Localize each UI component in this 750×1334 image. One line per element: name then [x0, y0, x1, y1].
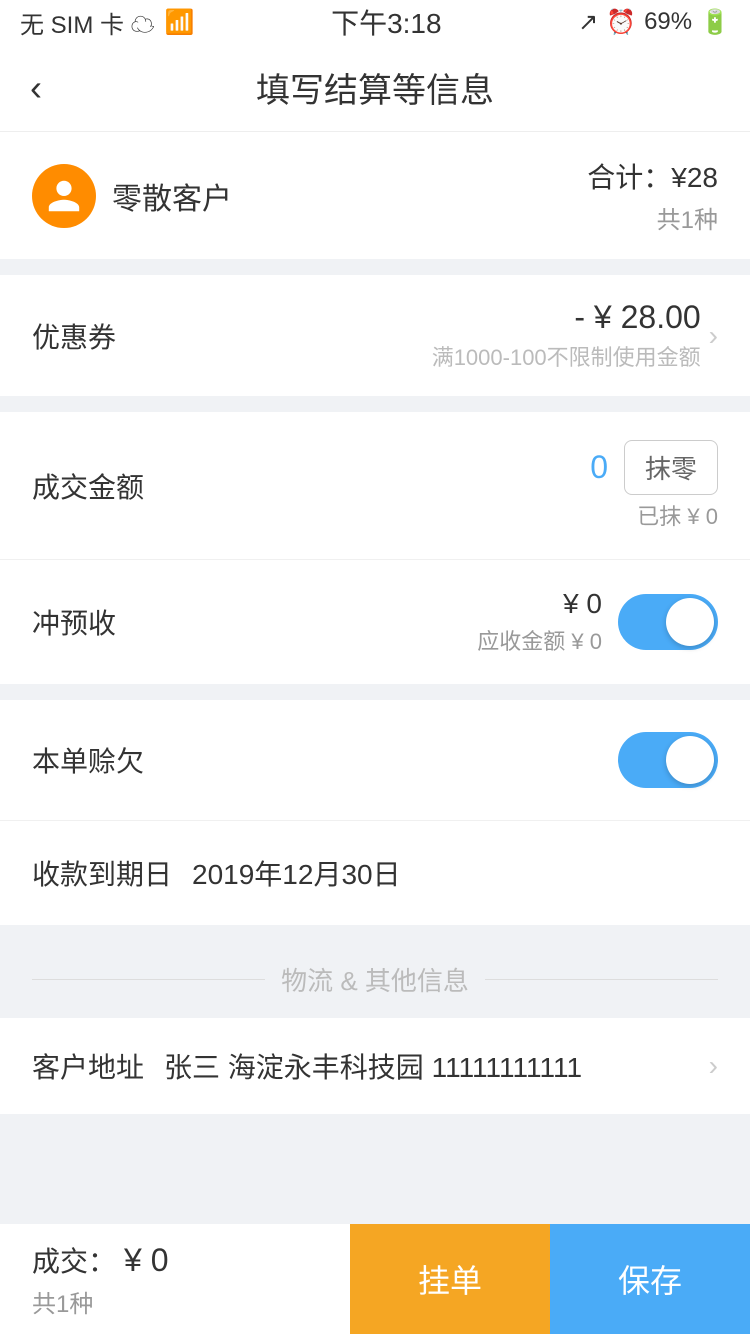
customer-row: 零散客户 合计：¥28 共1种	[0, 132, 750, 259]
customer-summary: 合计：¥28 共1种	[587, 156, 718, 235]
alarm-icon: ⏰	[606, 8, 636, 37]
person-icon	[45, 177, 83, 215]
round-button[interactable]: 抹零	[624, 440, 718, 495]
nav-bar: ‹ 填写结算等信息	[0, 44, 750, 132]
address-label: 客户地址	[32, 1046, 144, 1086]
bottom-count: 共1种	[32, 1284, 318, 1319]
bottom-total-row: 成交： ¥ 0	[32, 1240, 318, 1280]
hang-button[interactable]: 挂单	[350, 1224, 550, 1334]
pre-receive-toggle[interactable]	[618, 594, 718, 650]
toggle-knob	[666, 598, 714, 646]
coupon-info: - ¥ 28.00 满1000-100不限制使用金额	[432, 299, 701, 372]
debt-section: 本单赊欠 收款到期日 2019年12月30日	[0, 700, 750, 925]
signal-text: 无 SIM 卡 ☁	[20, 5, 155, 40]
pre-amount: ¥ 0	[477, 588, 602, 620]
section-divider-2	[0, 925, 750, 941]
amount-value: 0	[590, 449, 608, 486]
bottom-deal-amount: ¥ 0	[124, 1242, 168, 1279]
logistics-header: 物流 & 其他信息	[0, 941, 750, 1018]
amount-label: 成交金额	[32, 466, 144, 506]
due-date-label: 收款到期日	[32, 853, 172, 893]
coupon-desc: 满1000-100不限制使用金额	[432, 340, 701, 372]
amount-sub: 已抹 ¥ 0	[637, 499, 718, 531]
debt-toggle-knob	[666, 736, 714, 784]
pre-receive-right: ¥ 0 应收金额 ¥ 0	[477, 588, 718, 656]
coupon-row[interactable]: 优惠券 - ¥ 28.00 满1000-100不限制使用金额 ›	[0, 275, 750, 396]
status-left: 无 SIM 卡 ☁ 📶	[20, 5, 195, 40]
bottom-bar: 成交： ¥ 0 共1种 挂单 保存	[0, 1224, 750, 1334]
status-right: ↗ ⏰ 69% 🔋	[578, 8, 730, 37]
amount-controls: 0 抹零	[590, 440, 718, 495]
wifi-icon: 📶	[165, 8, 195, 37]
pre-receive-label: 冲预收	[32, 602, 116, 642]
coupon-right: - ¥ 28.00 满1000-100不限制使用金额 ›	[432, 299, 718, 372]
logistics-line-right	[485, 979, 718, 980]
debt-label: 本单赊欠	[32, 740, 144, 780]
due-date-row: 收款到期日 2019年12月30日	[0, 820, 750, 925]
debt-row: 本单赊欠	[0, 700, 750, 820]
address-chevron-icon: ›	[709, 1050, 718, 1082]
location-icon: ↗	[578, 8, 598, 37]
address-row[interactable]: 客户地址 张三 海淀永丰科技园 11111111111 ›	[0, 1018, 750, 1114]
customer-name: 零散客户	[112, 174, 232, 218]
battery-icon: 🔋	[700, 8, 730, 37]
logistics-line-left	[32, 979, 265, 980]
address-value: 张三 海淀永丰科技园 11111111111	[164, 1046, 689, 1086]
coupon-amount: - ¥ 28.00	[432, 299, 701, 336]
transaction-section: 成交金额 0 抹零 已抹 ¥ 0 冲预收 ¥ 0 应收金额 ¥ 0	[0, 412, 750, 684]
pre-info: ¥ 0 应收金额 ¥ 0	[477, 588, 602, 656]
amount-row: 成交金额 0 抹零 已抹 ¥ 0	[0, 412, 750, 560]
amount-right-block: 0 抹零 已抹 ¥ 0	[590, 440, 718, 531]
status-time: 下午3:18	[331, 2, 442, 42]
section-divider-1	[0, 684, 750, 700]
customer-info-left: 零散客户	[32, 164, 232, 228]
debt-toggle[interactable]	[618, 732, 718, 788]
due-date-value: 2019年12月30日	[192, 853, 401, 893]
status-bar: 无 SIM 卡 ☁ 📶 下午3:18 ↗ ⏰ 69% 🔋	[0, 0, 750, 44]
customer-total: 合计：¥28	[587, 156, 718, 196]
chevron-right-icon: ›	[709, 320, 718, 352]
coupon-label: 优惠券	[32, 316, 116, 356]
save-button[interactable]: 保存	[550, 1224, 750, 1334]
avatar	[32, 164, 96, 228]
back-button[interactable]: ‹	[30, 67, 42, 109]
page-title: 填写结算等信息	[256, 63, 494, 112]
pre-sub: 应收金额 ¥ 0	[477, 624, 602, 656]
battery-text: 69%	[644, 8, 692, 36]
logistics-title: 物流 & 其他信息	[281, 961, 469, 998]
pre-receive-row: 冲预收 ¥ 0 应收金额 ¥ 0	[0, 560, 750, 684]
bottom-info: 成交： ¥ 0 共1种	[0, 1224, 350, 1334]
customer-count: 共1种	[587, 200, 718, 235]
bottom-deal-label: 成交：	[32, 1240, 116, 1280]
